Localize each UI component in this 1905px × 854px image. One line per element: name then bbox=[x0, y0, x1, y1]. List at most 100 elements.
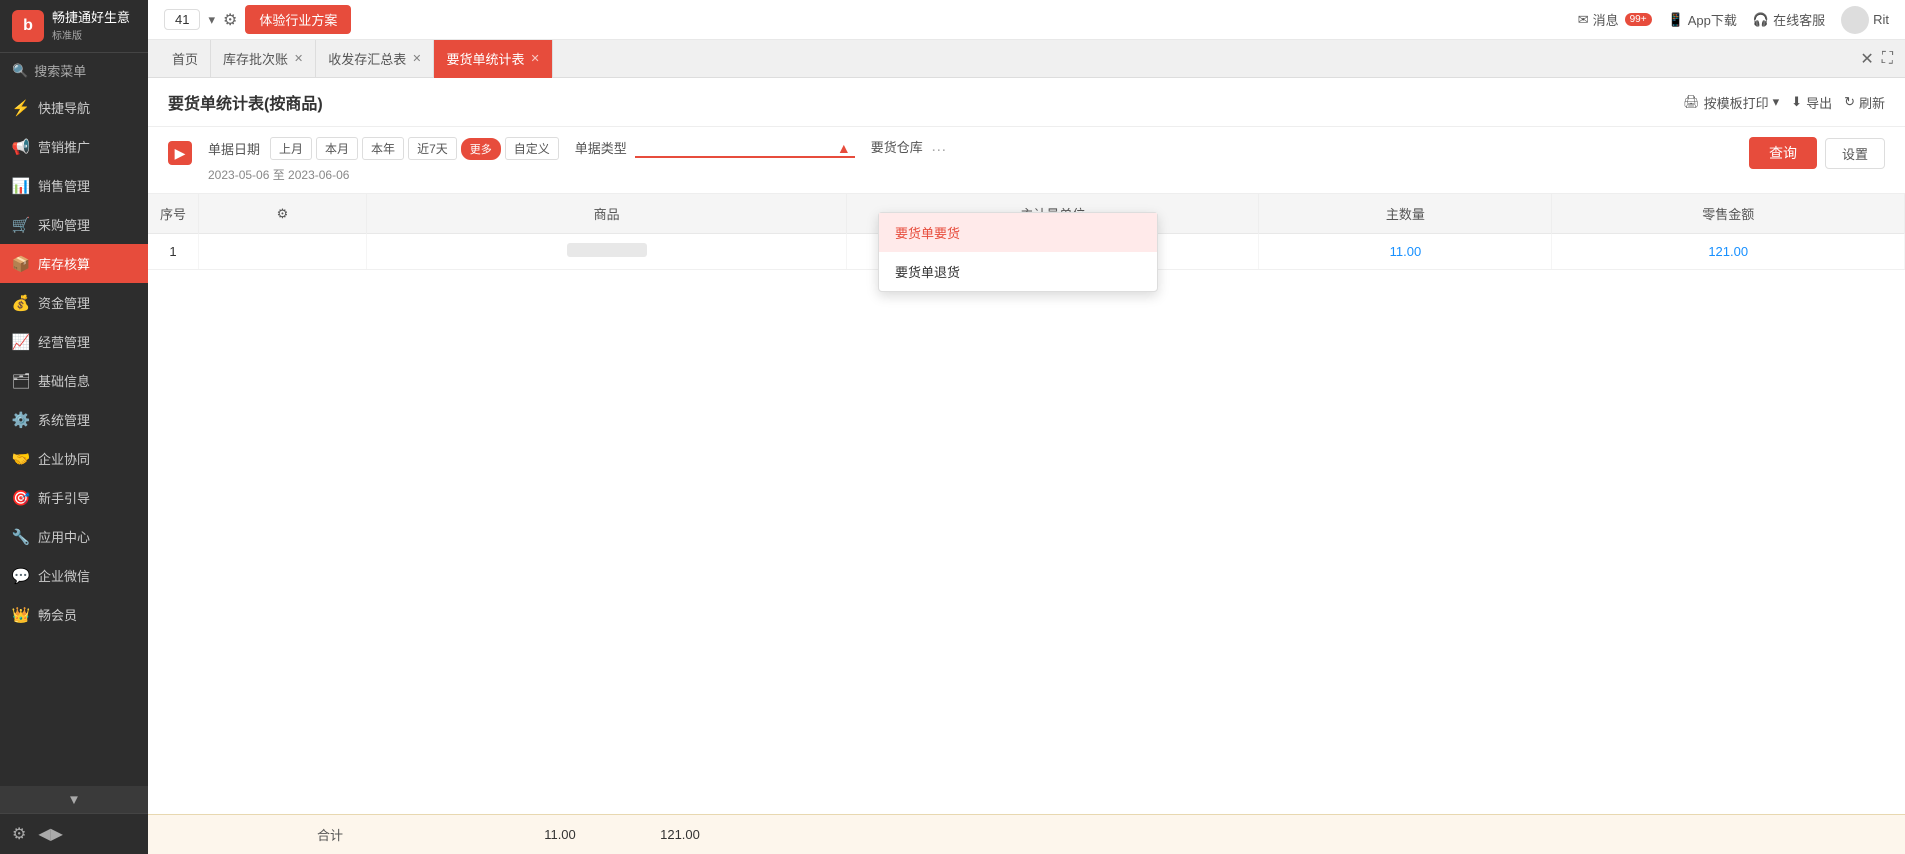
table-footer: 合计 11.00 121.00 bbox=[148, 814, 1905, 854]
filter-date-last-month[interactable]: 上月 bbox=[270, 137, 312, 160]
tab-order-summary[interactable]: 要货单统计表 ✕ bbox=[434, 40, 552, 78]
sidebar-item-purchase[interactable]: 🛒 采购管理 bbox=[0, 205, 148, 244]
sidebar-item-label: 系统管理 bbox=[38, 410, 90, 429]
sidebar-item-system[interactable]: ⚙️ 系统管理 bbox=[0, 400, 148, 439]
online-service-label: 在线客服 bbox=[1773, 10, 1825, 29]
user-area[interactable]: Rit bbox=[1841, 6, 1889, 34]
footer-quantity: 11.00 bbox=[500, 827, 620, 842]
filter-warehouse-dots[interactable]: … bbox=[931, 138, 947, 156]
sidebar-footer: ⚙ ◀▶ bbox=[0, 813, 148, 854]
collapse-icon[interactable]: ◀▶ bbox=[38, 824, 63, 844]
tab-receipt-summary[interactable]: 收发存汇总表 ✕ bbox=[316, 40, 434, 78]
sidebar-item-finance[interactable]: 💰 资金管理 bbox=[0, 283, 148, 322]
system-icon: ⚙️ bbox=[12, 411, 30, 429]
app-name: 畅捷通好生意 bbox=[52, 10, 130, 27]
tab-inventory-batch-close[interactable]: ✕ bbox=[294, 52, 303, 65]
trial-button[interactable]: 体验行业方案 bbox=[245, 5, 351, 34]
sidebar-item-basic-info[interactable]: 🗂 基础信息 bbox=[0, 361, 148, 400]
sidebar-item-membership[interactable]: 👑 畅会员 bbox=[0, 595, 148, 634]
filter-settings-btn[interactable]: 设置 bbox=[1825, 138, 1885, 169]
tab-close-all-btn[interactable]: ✕ bbox=[1860, 49, 1873, 69]
wechat-icon: 💬 bbox=[12, 567, 30, 585]
cell-quantity[interactable]: 11.00 bbox=[1259, 234, 1552, 270]
sidebar-item-app-center[interactable]: 🔧 应用中心 bbox=[0, 517, 148, 556]
filter-date-row: 单据日期 上月 本月 本年 近7天 更多 自定义 bbox=[208, 137, 559, 160]
print-chevron-icon: ▾ bbox=[1773, 94, 1780, 110]
refresh-btn[interactable]: ↻ 刷新 bbox=[1844, 93, 1885, 112]
tab-maximize-btn[interactable]: ⛶ bbox=[1882, 50, 1893, 68]
logo-text-block: 畅捷通好生意 标准版 bbox=[52, 10, 130, 42]
messages-btn[interactable]: ✉ 消息 99+ bbox=[1578, 10, 1652, 29]
sidebar: b 畅捷通好生意 标准版 🔍 搜索菜单 ⚡ 快捷导航 📢 营销推广 📊 销售管理… bbox=[0, 0, 148, 854]
filter-date-this-year[interactable]: 本年 bbox=[362, 137, 404, 160]
app-edition: 标准版 bbox=[52, 27, 130, 42]
sidebar-item-label: 新手引导 bbox=[38, 488, 90, 507]
filter-date-this-month[interactable]: 本月 bbox=[316, 137, 358, 160]
sidebar-item-operations[interactable]: 📈 经营管理 bbox=[0, 322, 148, 361]
sidebar-item-quick-nav[interactable]: ⚡ 快捷导航 bbox=[0, 88, 148, 127]
filter-type-input[interactable] bbox=[635, 137, 855, 158]
online-service-icon: 🎧 bbox=[1753, 12, 1769, 28]
filter-date-label: 单据日期 bbox=[208, 139, 260, 158]
filter-date-range-row: 2023-05-06 至 2023-06-06 bbox=[208, 166, 559, 183]
page-content: 要货单统计表(按商品) 🖨 按模板打印 ▾ ⬇ 导出 ↻ 刷新 ▶ bbox=[148, 78, 1905, 854]
refresh-label: 刷新 bbox=[1859, 93, 1885, 112]
tab-home[interactable]: 首页 bbox=[160, 40, 211, 78]
purchase-icon: 🛒 bbox=[12, 216, 30, 234]
sidebar-item-marketing[interactable]: 📢 营销推广 bbox=[0, 127, 148, 166]
footer-amount: 121.00 bbox=[620, 827, 740, 842]
operations-icon: 📈 bbox=[12, 333, 30, 351]
cell-amount[interactable]: 121.00 bbox=[1552, 234, 1905, 270]
sidebar-item-guide[interactable]: 🎯 新手引导 bbox=[0, 478, 148, 517]
sidebar-search[interactable]: 🔍 搜索菜单 bbox=[0, 53, 148, 88]
filter-expand-btn[interactable]: ▶ bbox=[168, 141, 192, 165]
filter-date-7days[interactable]: 近7天 bbox=[408, 137, 457, 160]
online-service-btn[interactable]: 🎧 在线客服 bbox=[1753, 10, 1825, 29]
filter-type-label: 单据类型 bbox=[575, 138, 627, 157]
finance-icon: 💰 bbox=[12, 294, 30, 312]
print-icon: 🖨 bbox=[1683, 94, 1700, 110]
marketing-icon: 📢 bbox=[12, 138, 30, 156]
basic-info-icon: 🗂 bbox=[12, 372, 30, 390]
filter-warehouse-label: 要货仓库 bbox=[871, 137, 923, 156]
query-btn[interactable]: 查询 bbox=[1749, 137, 1817, 169]
header-gear-icon[interactable]: ⚙ bbox=[223, 10, 237, 30]
sidebar-item-sales[interactable]: 📊 销售管理 bbox=[0, 166, 148, 205]
filter-date-more[interactable]: 更多 bbox=[461, 138, 501, 160]
type-dropdown: 要货单要货 要货单退货 bbox=[878, 212, 1158, 292]
sidebar-nav: ⚡ 快捷导航 📢 营销推广 📊 销售管理 🛒 采购管理 📦 库存核算 💰 资金管… bbox=[0, 88, 148, 786]
filter-type-group: 单据类型 ▲ bbox=[575, 137, 855, 158]
sidebar-item-enterprise[interactable]: 🤝 企业协同 bbox=[0, 439, 148, 478]
filter-warehouse-group: 要货仓库 … bbox=[871, 137, 947, 156]
cell-seq: 1 bbox=[148, 234, 199, 270]
tab-home-label: 首页 bbox=[172, 49, 198, 68]
tab-chevron-icon[interactable]: ▾ bbox=[208, 12, 215, 28]
tab-bar-actions: ✕ ⛶ bbox=[1860, 49, 1893, 69]
dropdown-item-order-return[interactable]: 要货单退货 bbox=[879, 252, 1157, 291]
settings-footer-icon[interactable]: ⚙ bbox=[12, 824, 26, 844]
export-btn[interactable]: ⬇ 导出 bbox=[1791, 93, 1832, 112]
print-btn[interactable]: 🖨 按模板打印 ▾ bbox=[1683, 93, 1779, 112]
filter-type-chevron-icon[interactable]: ▲ bbox=[837, 140, 851, 156]
sales-icon: 📊 bbox=[12, 177, 30, 195]
tab-receipt-summary-close[interactable]: ✕ bbox=[412, 52, 421, 65]
sidebar-item-wechat[interactable]: 💬 企业微信 bbox=[0, 556, 148, 595]
sidebar-scroll-down[interactable]: ▼ bbox=[0, 786, 148, 813]
sidebar-item-inventory[interactable]: 📦 库存核算 bbox=[0, 244, 148, 283]
tab-count-badge: 41 bbox=[164, 9, 200, 30]
search-icon: 🔍 bbox=[12, 63, 28, 79]
sidebar-item-label: 经营管理 bbox=[38, 332, 90, 351]
filter-date-custom[interactable]: 自定义 bbox=[505, 137, 559, 160]
message-badge: 99+ bbox=[1625, 13, 1652, 26]
tab-order-summary-close[interactable]: ✕ bbox=[531, 52, 540, 65]
sidebar-item-label: 资金管理 bbox=[38, 293, 90, 312]
print-label: 按模板打印 bbox=[1704, 93, 1769, 112]
app-center-icon: 🔧 bbox=[12, 528, 30, 546]
app-download-btn[interactable]: 📱 App下载 bbox=[1668, 10, 1737, 29]
page-actions: 🖨 按模板打印 ▾ ⬇ 导出 ↻ 刷新 bbox=[1683, 93, 1885, 112]
dropdown-item-order-goods[interactable]: 要货单要货 bbox=[879, 213, 1157, 252]
sidebar-item-label: 营销推广 bbox=[38, 137, 90, 156]
col-settings[interactable]: ⚙ bbox=[199, 194, 367, 234]
tab-inventory-batch[interactable]: 库存批次账 ✕ bbox=[211, 40, 316, 78]
filter-type-input-wrap: ▲ bbox=[635, 137, 855, 158]
